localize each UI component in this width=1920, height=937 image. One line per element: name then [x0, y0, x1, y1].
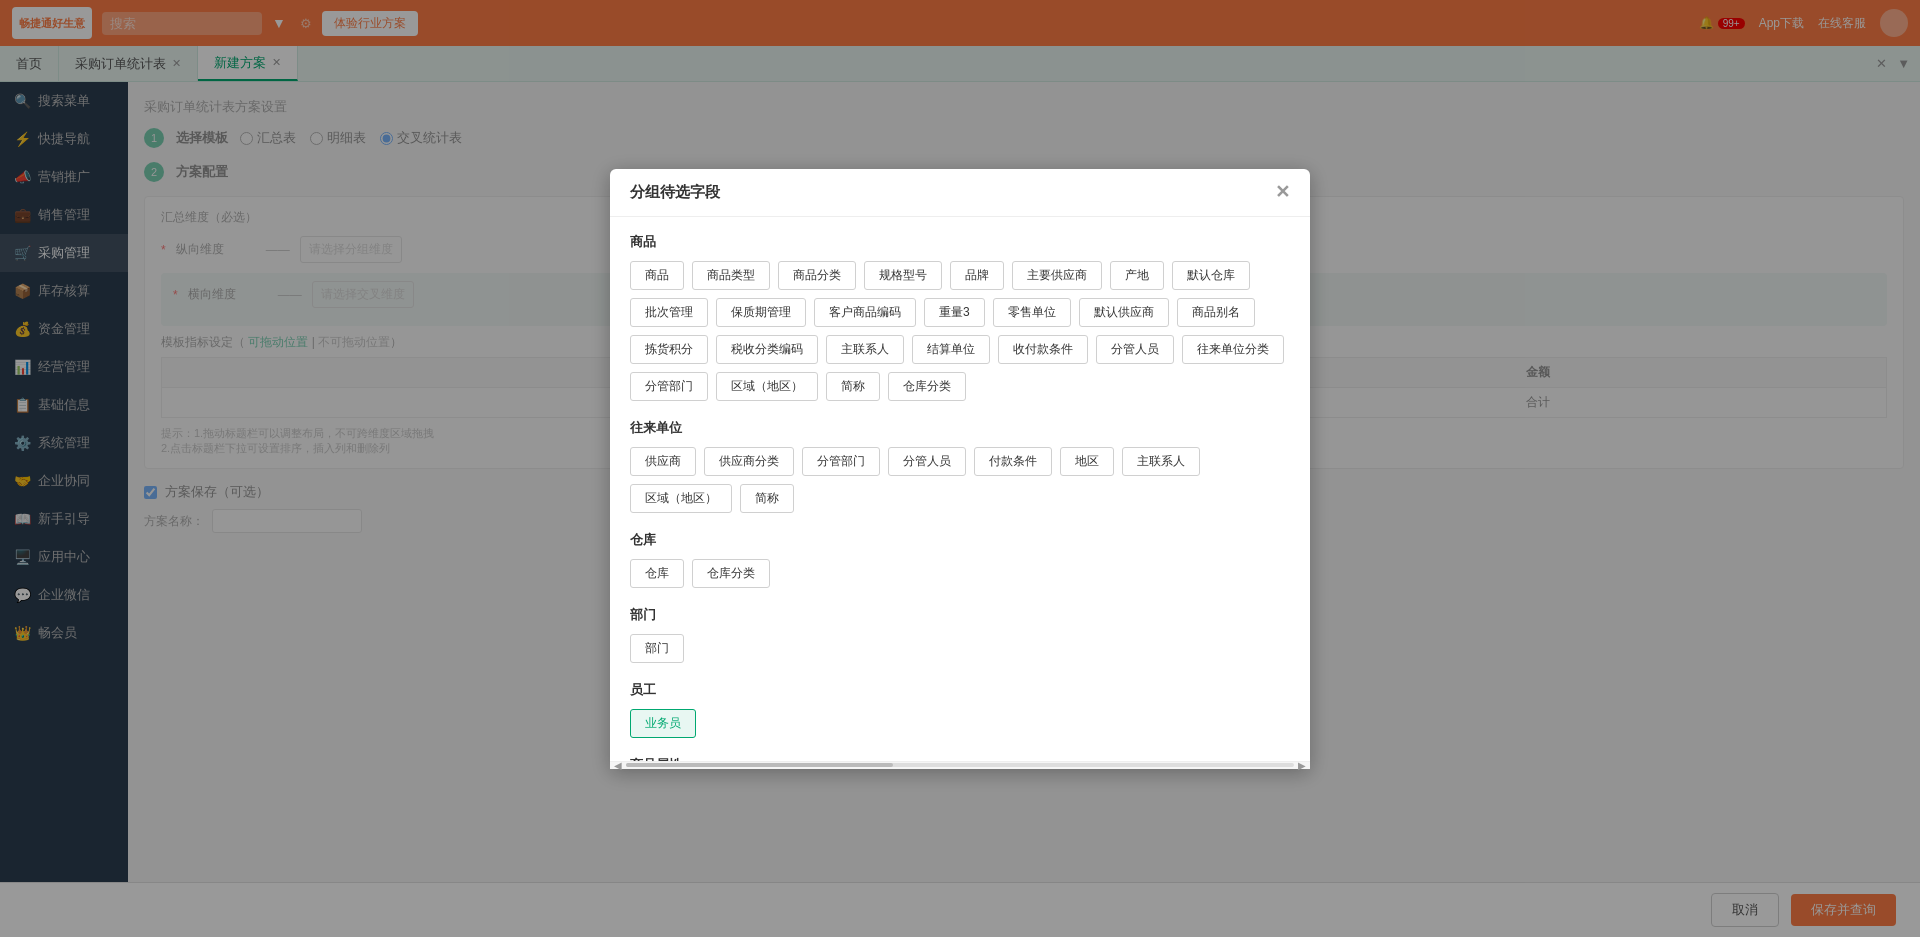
scroll-left-btn[interactable]: ◀ [614, 760, 622, 771]
field-tag-0-15[interactable]: 拣货积分 [630, 335, 708, 364]
section-4: 员工业务员 [630, 681, 1290, 738]
field-tag-0-14[interactable]: 商品别名 [1177, 298, 1255, 327]
field-tag-1-3[interactable]: 分管人员 [888, 447, 966, 476]
dialog-close-btn[interactable]: ✕ [1275, 183, 1290, 201]
modal-overlay: 分组待选字段 ✕ 商品商品商品类型商品分类规格型号品牌主要供应商产地默认仓库批次… [0, 0, 1920, 937]
field-tag-0-17[interactable]: 主联系人 [826, 335, 904, 364]
section-0: 商品商品商品类型商品分类规格型号品牌主要供应商产地默认仓库批次管理保质期管理客户… [630, 233, 1290, 401]
field-tag-0-2[interactable]: 商品分类 [778, 261, 856, 290]
field-tag-0-22[interactable]: 分管部门 [630, 372, 708, 401]
dialog-body: 商品商品商品类型商品分类规格型号品牌主要供应商产地默认仓库批次管理保质期管理客户… [610, 217, 1310, 761]
field-tag-0-10[interactable]: 客户商品编码 [814, 298, 916, 327]
field-tag-1-2[interactable]: 分管部门 [802, 447, 880, 476]
field-tag-1-8[interactable]: 简称 [740, 484, 794, 513]
section-tags-3: 部门 [630, 634, 1290, 663]
field-tag-1-4[interactable]: 付款条件 [974, 447, 1052, 476]
field-tag-4-0[interactable]: 业务员 [630, 709, 696, 738]
field-tag-0-0[interactable]: 商品 [630, 261, 684, 290]
field-tag-0-19[interactable]: 收付款条件 [998, 335, 1088, 364]
field-tag-0-4[interactable]: 品牌 [950, 261, 1004, 290]
field-tag-0-23[interactable]: 区域（地区） [716, 372, 818, 401]
field-tag-0-16[interactable]: 税收分类编码 [716, 335, 818, 364]
field-tag-0-8[interactable]: 批次管理 [630, 298, 708, 327]
field-tag-0-5[interactable]: 主要供应商 [1012, 261, 1102, 290]
section-title-4: 员工 [630, 681, 1290, 699]
field-tag-0-6[interactable]: 产地 [1110, 261, 1164, 290]
section-tags-1: 供应商供应商分类分管部门分管人员付款条件地区主联系人区域（地区） 简称 [630, 447, 1290, 513]
field-tag-0-9[interactable]: 保质期管理 [716, 298, 806, 327]
field-tag-0-18[interactable]: 结算单位 [912, 335, 990, 364]
scroll-right-btn[interactable]: ▶ [1298, 760, 1306, 771]
scroll-track [626, 763, 1294, 767]
dialog-scroll-bar: ◀ ▶ [610, 761, 1310, 769]
field-tag-3-0[interactable]: 部门 [630, 634, 684, 663]
field-tag-0-13[interactable]: 默认供应商 [1079, 298, 1169, 327]
dialog-title: 分组待选字段 [630, 183, 720, 202]
section-2: 仓库仓库仓库分类 [630, 531, 1290, 588]
field-tag-2-1[interactable]: 仓库分类 [692, 559, 770, 588]
field-tag-1-7[interactable]: 区域（地区） [630, 484, 732, 513]
field-tag-1-5[interactable]: 地区 [1060, 447, 1114, 476]
section-tags-4: 业务员 [630, 709, 1290, 738]
section-title-1: 往来单位 [630, 419, 1290, 437]
field-tag-0-3[interactable]: 规格型号 [864, 261, 942, 290]
field-tag-0-21[interactable]: 往来单位分类 [1182, 335, 1284, 364]
field-tag-1-0[interactable]: 供应商 [630, 447, 696, 476]
section-3: 部门部门 [630, 606, 1290, 663]
field-tag-0-7[interactable]: 默认仓库 [1172, 261, 1250, 290]
field-tag-1-6[interactable]: 主联系人 [1122, 447, 1200, 476]
field-tag-2-0[interactable]: 仓库 [630, 559, 684, 588]
field-tag-0-1[interactable]: 商品类型 [692, 261, 770, 290]
field-tag-0-20[interactable]: 分管人员 [1096, 335, 1174, 364]
section-title-0: 商品 [630, 233, 1290, 251]
section-tags-0: 商品商品类型商品分类规格型号品牌主要供应商产地默认仓库批次管理保质期管理客户商品… [630, 261, 1290, 401]
field-tag-0-12[interactable]: 零售单位 [993, 298, 1071, 327]
field-select-dialog: 分组待选字段 ✕ 商品商品商品类型商品分类规格型号品牌主要供应商产地默认仓库批次… [610, 169, 1310, 769]
field-tag-0-24[interactable]: 简称 [826, 372, 880, 401]
section-title-3: 部门 [630, 606, 1290, 624]
scroll-thumb [626, 763, 893, 767]
section-1: 往来单位供应商供应商分类分管部门分管人员付款条件地区主联系人区域（地区） 简称 [630, 419, 1290, 513]
field-tag-0-11[interactable]: 重量3 [924, 298, 985, 327]
section-tags-2: 仓库仓库分类 [630, 559, 1290, 588]
field-tag-0-25[interactable]: 仓库分类 [888, 372, 966, 401]
dialog-header: 分组待选字段 ✕ [610, 169, 1310, 217]
section-title-2: 仓库 [630, 531, 1290, 549]
field-tag-1-1[interactable]: 供应商分类 [704, 447, 794, 476]
